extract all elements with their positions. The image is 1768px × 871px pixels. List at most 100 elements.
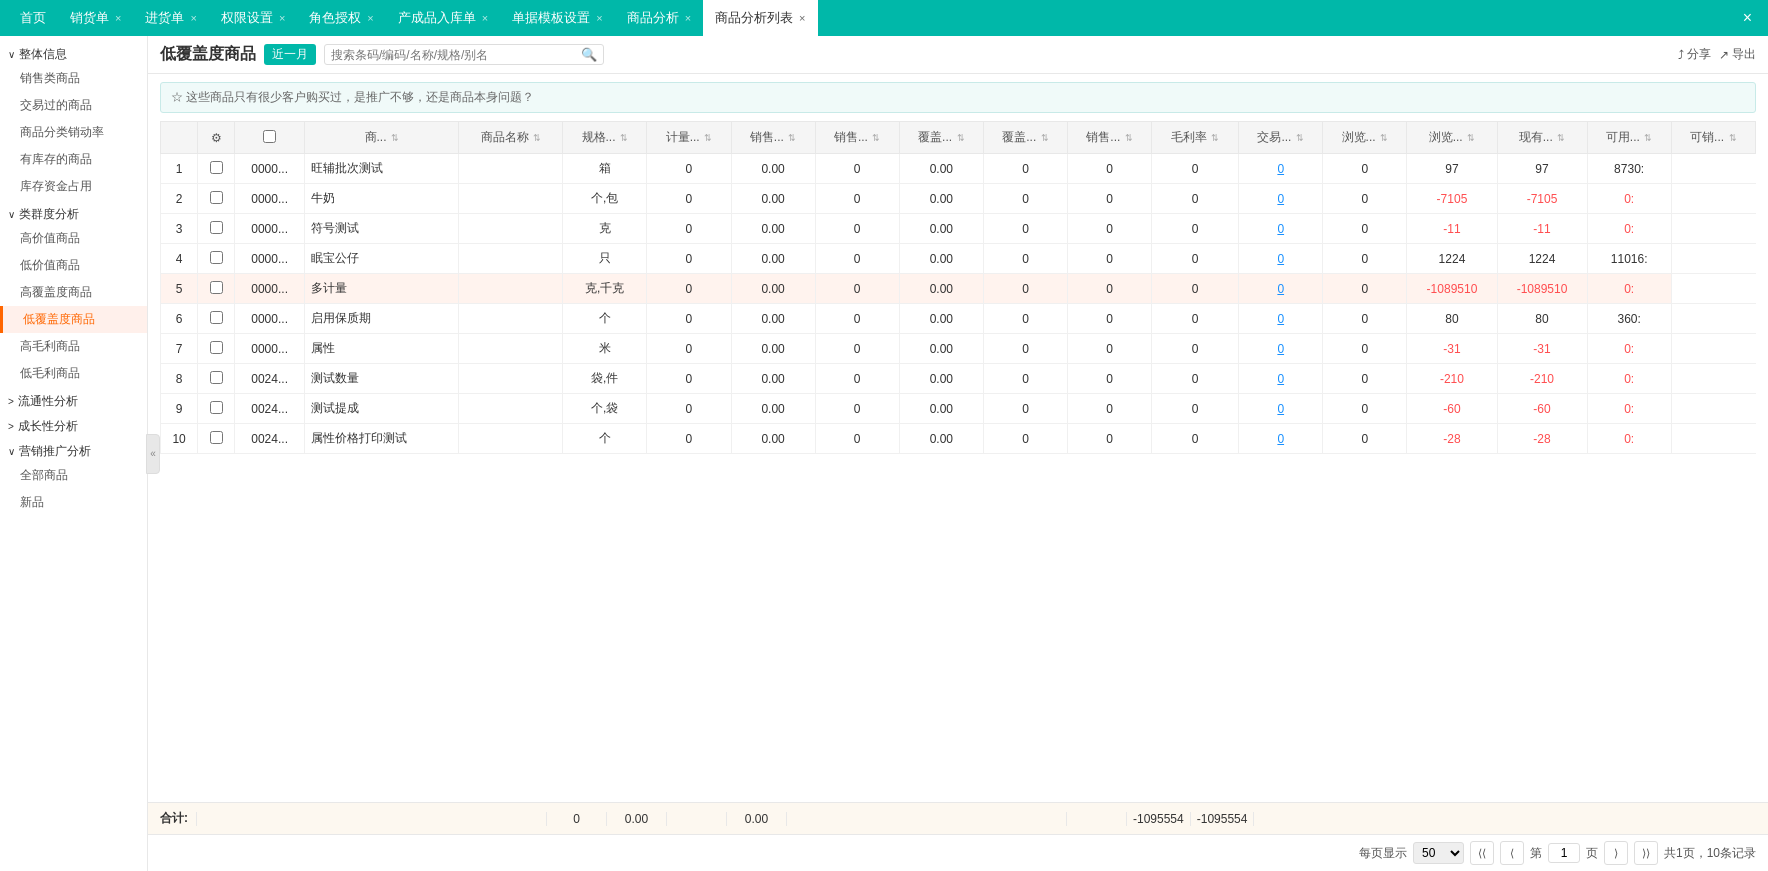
nav-close-icon[interactable]: ×	[482, 12, 488, 24]
next-page-button[interactable]: ⟩	[1604, 841, 1628, 865]
prev-page-button[interactable]: ⟨	[1500, 841, 1524, 865]
cell-settings[interactable]	[198, 304, 235, 334]
nav-close-icon[interactable]: ×	[190, 12, 196, 24]
select-all-checkbox[interactable]	[263, 130, 276, 143]
nav-item-产成品入库单[interactable]: 产成品入库单×	[386, 0, 500, 36]
page-number-input[interactable]	[1548, 843, 1580, 863]
export-button[interactable]: ↗ 导出	[1719, 46, 1756, 63]
th-sales_amt[interactable]: 销售... ⇅	[815, 122, 899, 154]
th-view1[interactable]: 浏览... ⇅	[1323, 122, 1407, 154]
th-cover1[interactable]: 覆盖... ⇅	[899, 122, 983, 154]
nav-close-icon[interactable]: ×	[115, 12, 121, 24]
window-close-button[interactable]: ×	[1735, 9, 1760, 27]
th-trade[interactable]: 交易... ⇅	[1239, 122, 1323, 154]
sidebar-section-3[interactable]: >成长性分析	[0, 412, 147, 437]
cell-settings[interactable]	[198, 334, 235, 364]
row-checkbox[interactable]	[210, 341, 223, 354]
row-checkbox[interactable]	[210, 281, 223, 294]
row-checkbox[interactable]	[210, 251, 223, 264]
cell-settings[interactable]	[198, 424, 235, 454]
cell-stock3: 0:	[1587, 364, 1671, 394]
cell-settings[interactable]	[198, 364, 235, 394]
th-stock2[interactable]: 可用... ⇅	[1587, 122, 1671, 154]
sidebar-item-交易过的商品[interactable]: 交易过的商品	[0, 92, 147, 119]
cell-num: 3	[161, 214, 198, 244]
table-container[interactable]: ⚙商... ⇅商品名称 ⇅规格... ⇅计量... ⇅销售... ⇅销售... …	[160, 121, 1756, 802]
nav-close-icon[interactable]: ×	[279, 12, 285, 24]
th-stock1[interactable]: 现有... ⇅	[1497, 122, 1587, 154]
sidebar-item-高覆盖度商品[interactable]: 高覆盖度商品	[0, 279, 147, 306]
nav-item-首页[interactable]: 首页	[8, 0, 58, 36]
nav-item-进货单[interactable]: 进货单×	[133, 0, 208, 36]
sidebar-section-1[interactable]: ∨类群度分析	[0, 200, 147, 225]
nav-item-商品分析[interactable]: 商品分析×	[615, 0, 703, 36]
th-sales3[interactable]: 销售... ⇅	[1068, 122, 1152, 154]
nav-item-商品分析列表[interactable]: 商品分析列表×	[703, 0, 817, 36]
row-checkbox[interactable]	[210, 401, 223, 414]
sidebar-collapse-button[interactable]: «	[146, 434, 160, 474]
sidebar-item-商品分类销动率[interactable]: 商品分类销动率	[0, 119, 147, 146]
th-name[interactable]: 商品名称 ⇅	[459, 122, 563, 154]
cell-settings[interactable]	[198, 394, 235, 424]
row-checkbox[interactable]	[210, 431, 223, 444]
th-view2[interactable]: 浏览... ⇅	[1407, 122, 1497, 154]
cell-view1[interactable]: 0	[1239, 304, 1323, 334]
row-checkbox[interactable]	[210, 161, 223, 174]
nav-close-icon[interactable]: ×	[799, 12, 805, 24]
cell-view1[interactable]: 0	[1239, 334, 1323, 364]
sidebar-section-0[interactable]: ∨整体信息	[0, 40, 147, 65]
nav-close-icon[interactable]: ×	[596, 12, 602, 24]
row-checkbox[interactable]	[210, 311, 223, 324]
sidebar-section-2[interactable]: >流通性分析	[0, 387, 147, 412]
th-spec[interactable]: 规格... ⇅	[563, 122, 647, 154]
row-checkbox[interactable]	[210, 221, 223, 234]
th-sales_qty[interactable]: 销售... ⇅	[731, 122, 815, 154]
th-code[interactable]: 商... ⇅	[305, 122, 459, 154]
nav-close-icon[interactable]: ×	[685, 12, 691, 24]
sidebar-item-低覆盖度商品[interactable]: 低覆盖度商品	[0, 306, 147, 333]
sidebar-item-全部商品[interactable]: 全部商品	[0, 462, 147, 489]
cell-view1[interactable]: 0	[1239, 154, 1323, 184]
cell-settings[interactable]	[198, 184, 235, 214]
th-settings[interactable]: ⚙	[198, 122, 235, 154]
search-input[interactable]	[331, 48, 581, 62]
cell-view1[interactable]: 0	[1239, 394, 1323, 424]
sidebar-item-新品[interactable]: 新品	[0, 489, 147, 516]
sidebar-item-销售类商品[interactable]: 销售类商品	[0, 65, 147, 92]
nav-item-销货单[interactable]: 销货单×	[58, 0, 133, 36]
nav-item-单据模板设置[interactable]: 单据模板设置×	[500, 0, 614, 36]
sidebar-section-4[interactable]: ∨营销推广分析	[0, 437, 147, 462]
cell-sales-qty: 0	[647, 214, 731, 244]
nav-item-权限设置[interactable]: 权限设置×	[209, 0, 297, 36]
row-checkbox[interactable]	[210, 191, 223, 204]
last-page-button[interactable]: ⟩⟩	[1634, 841, 1658, 865]
cell-view1[interactable]: 0	[1239, 244, 1323, 274]
cell-view1[interactable]: 0	[1239, 184, 1323, 214]
share-button[interactable]: ⤴ 分享	[1678, 46, 1711, 63]
first-page-button[interactable]: ⟨⟨	[1470, 841, 1494, 865]
sidebar-item-低价值商品[interactable]: 低价值商品	[0, 252, 147, 279]
cell-view1[interactable]: 0	[1239, 424, 1323, 454]
cell-settings[interactable]	[198, 214, 235, 244]
nav-item-角色授权[interactable]: 角色授权×	[297, 0, 385, 36]
sidebar-item-有库存的商品[interactable]: 有库存的商品	[0, 146, 147, 173]
cell-view1[interactable]: 0	[1239, 214, 1323, 244]
th-gross[interactable]: 毛利率 ⇅	[1152, 122, 1239, 154]
th-cover2[interactable]: 覆盖... ⇅	[983, 122, 1067, 154]
page-size-select[interactable]: 2050100200	[1413, 842, 1464, 864]
row-checkbox[interactable]	[210, 371, 223, 384]
cell-view1[interactable]: 0	[1239, 364, 1323, 394]
sidebar-item-库存资金占用[interactable]: 库存资金占用	[0, 173, 147, 200]
th-unit[interactable]: 计量... ⇅	[647, 122, 731, 154]
th-stock3[interactable]: 可销... ⇅	[1671, 122, 1755, 154]
sidebar-item-高毛利商品[interactable]: 高毛利商品	[0, 333, 147, 360]
period-button[interactable]: 近一月	[264, 44, 316, 65]
sidebar-item-高价值商品[interactable]: 高价值商品	[0, 225, 147, 252]
nav-close-icon[interactable]: ×	[367, 12, 373, 24]
cell-settings[interactable]	[198, 244, 235, 274]
th-checkbox[interactable]	[235, 122, 305, 154]
sidebar-item-低毛利商品[interactable]: 低毛利商品	[0, 360, 147, 387]
cell-settings[interactable]	[198, 274, 235, 304]
cell-view1[interactable]: 0	[1239, 274, 1323, 304]
cell-settings[interactable]	[198, 154, 235, 184]
